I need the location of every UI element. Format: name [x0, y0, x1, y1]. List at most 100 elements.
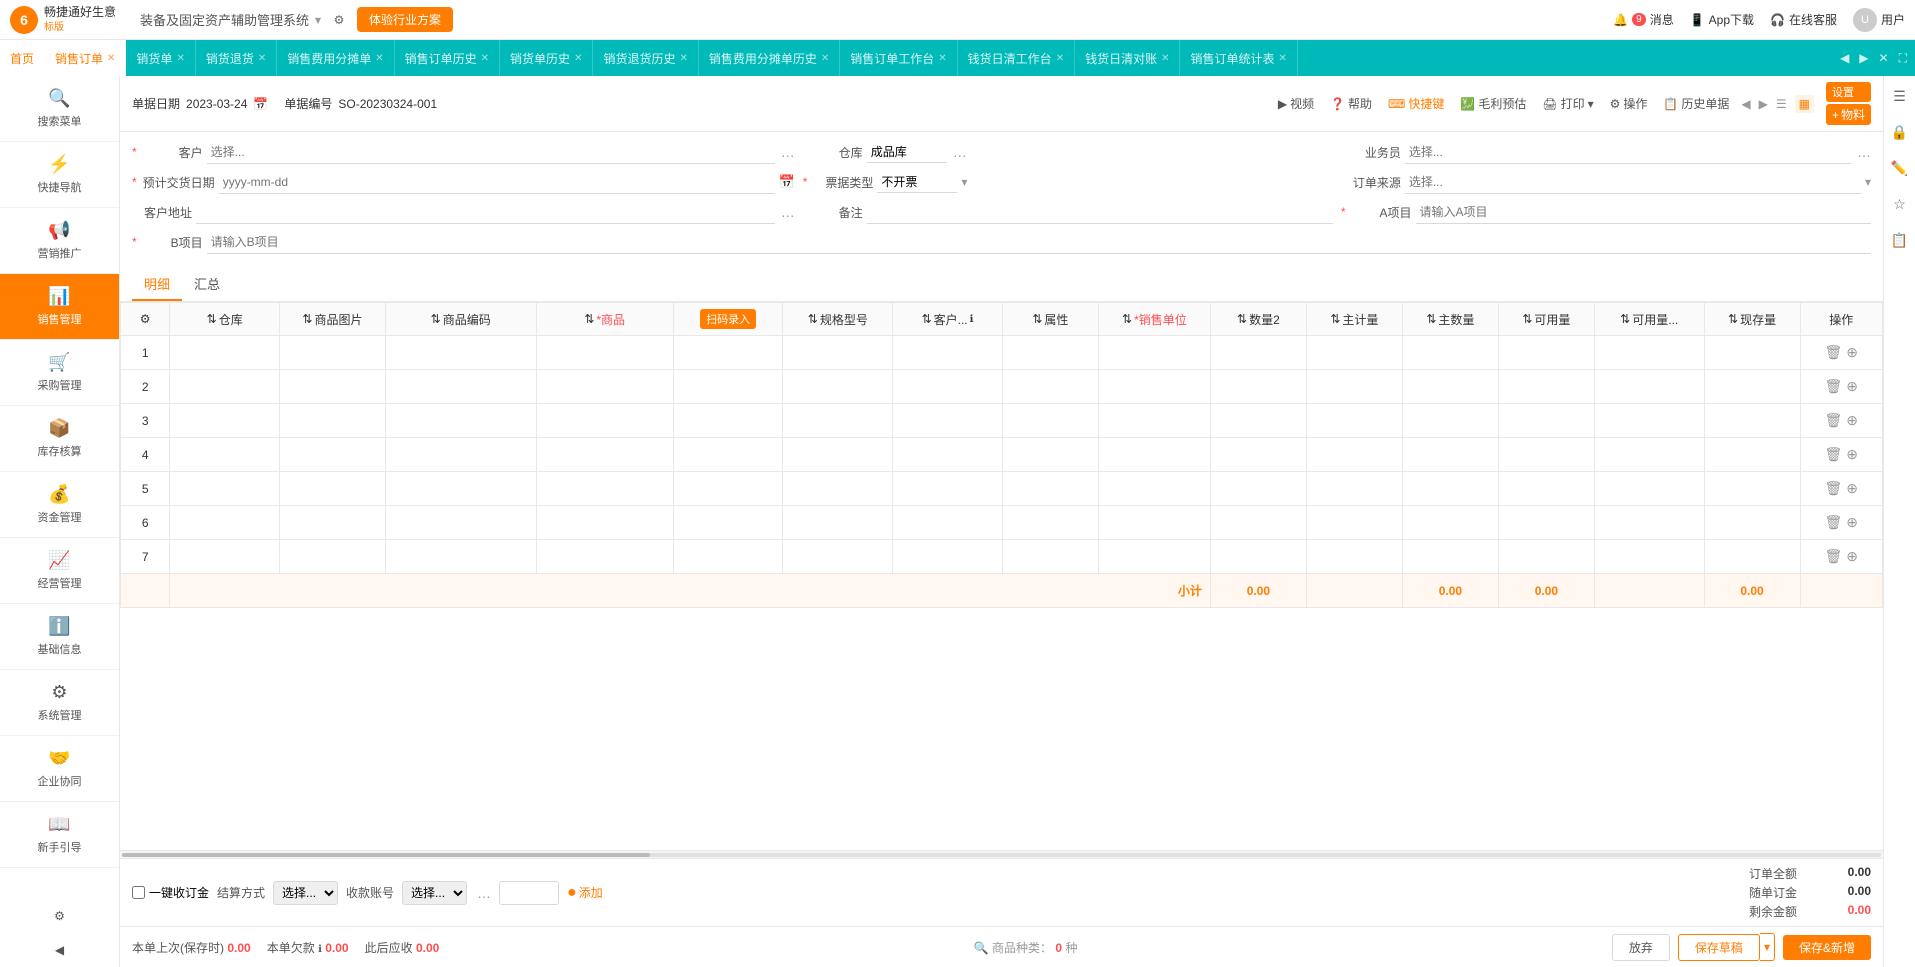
tab-close-icon[interactable]: ✕ [679, 53, 687, 64]
tab-maximize[interactable]: ⛶ [1895, 49, 1911, 68]
row-code-1[interactable] [385, 336, 536, 370]
customer-input[interactable] [207, 140, 775, 164]
row-attr-1[interactable] [1002, 336, 1098, 370]
list-view-icon[interactable]: ☰ [1776, 97, 1787, 111]
operation-btn[interactable]: ⚙ 操作 [1606, 93, 1652, 114]
tab-close-icon[interactable]: ✕ [258, 53, 266, 64]
right-panel-edit-icon[interactable]: ✏️ [1888, 156, 1912, 180]
row-cust-code-2[interactable] [893, 370, 1003, 404]
amount-input[interactable]: 0.00 [499, 881, 559, 905]
copy-icon[interactable]: ⊕ [1846, 344, 1858, 361]
expected-date-input[interactable] [219, 170, 775, 194]
help-btn[interactable]: ❓ 帮助 [1326, 93, 1376, 114]
nav-prev-icon[interactable]: ◀ [1741, 97, 1750, 111]
row-warehouse-2[interactable] [170, 370, 280, 404]
tab-sales-return[interactable]: 销货退货 ✕ [196, 40, 277, 76]
row-main-qty-1[interactable] [1402, 336, 1498, 370]
customer-address-input[interactable] [196, 200, 775, 224]
one-click-checkbox-input[interactable] [132, 886, 145, 899]
tab-close-all[interactable]: ✕ [1875, 49, 1893, 67]
right-panel-star-icon[interactable]: ☆ [1888, 192, 1912, 216]
scan-btn[interactable]: 扫码录入 [700, 309, 756, 329]
address-dots[interactable]: … [781, 204, 795, 220]
warehouse-value[interactable]: 成品库 [867, 141, 947, 163]
row-product-1[interactable] [536, 336, 673, 370]
sidebar-item-marketing[interactable]: 📢 营销推广 [0, 208, 119, 274]
sidebar-item-search[interactable]: 🔍 搜索菜单 [0, 76, 119, 142]
copy-icon[interactable]: ⊕ [1846, 378, 1858, 395]
tab-close-icon[interactable]: ✕ [821, 53, 829, 64]
right-panel-lock-icon[interactable]: 🔒 [1888, 120, 1912, 144]
shortcut-btn[interactable]: ⌨ 快捷键 [1384, 93, 1448, 114]
industry-btn[interactable]: 体验行业方案 [357, 7, 453, 32]
grid-view-icon[interactable]: ▦ [1795, 95, 1814, 113]
delete-icon[interactable]: 🗑 [1825, 514, 1843, 531]
row-spec-2[interactable] [783, 370, 893, 404]
scroll-thumb[interactable] [122, 853, 650, 857]
profit-btn[interactable]: 💹 毛利预估 [1456, 93, 1530, 114]
order-source-input[interactable] [1405, 170, 1861, 194]
tab-daily-reconcile[interactable]: 钱货日清对账 ✕ [1075, 40, 1180, 76]
invoice-type-value[interactable]: 不开票 [877, 171, 957, 193]
right-panel-clip-icon[interactable]: 📋 [1888, 228, 1912, 252]
notification-area[interactable]: 🔔 9 消息 [1613, 11, 1674, 28]
chevron-down-icon[interactable]: ▾ [315, 13, 321, 27]
scroll-track[interactable] [122, 853, 1881, 857]
delete-icon[interactable]: 🗑 [1825, 344, 1843, 361]
sidebar-item-inventory[interactable]: 📦 库存核算 [0, 406, 119, 472]
sidebar-item-quick-nav[interactable]: ⚡ 快捷导航 [0, 142, 119, 208]
tab-sales-slip-history[interactable]: 销货单历史 ✕ [500, 40, 593, 76]
sidebar-item-collab[interactable]: 🤝 企业协同 [0, 736, 119, 802]
tab-summary[interactable]: 汇总 [182, 268, 232, 301]
tab-prev-arrow[interactable]: ◀ [1836, 49, 1853, 67]
save-draft-dropdown-btn[interactable]: ▾ [1760, 933, 1775, 961]
copy-icon[interactable]: ⊕ [1846, 446, 1858, 463]
tab-workbench[interactable]: 销售订单工作台 ✕ [840, 40, 957, 76]
account-dots[interactable]: … [477, 885, 491, 901]
invoice-down-icon[interactable]: ▾ [961, 175, 967, 189]
salesperson-input[interactable] [1405, 140, 1851, 164]
row-cust-code-1[interactable] [893, 336, 1003, 370]
copy-icon[interactable]: ⊕ [1846, 480, 1858, 497]
tab-sales-stats[interactable]: 销售订单统计表 ✕ [1180, 40, 1297, 76]
tab-close-icon[interactable]: ✕ [375, 53, 383, 64]
row-qty2-2[interactable] [1210, 370, 1306, 404]
row-product-2[interactable] [536, 370, 673, 404]
settings-side-btn[interactable]: 设置 [1826, 82, 1871, 102]
save-draft-btn[interactable]: 保存草稿 [1678, 934, 1760, 961]
settings-icon[interactable]: ⚙ [327, 8, 351, 32]
delete-icon[interactable]: 🗑 [1825, 378, 1843, 395]
row-qty2-1[interactable] [1210, 336, 1306, 370]
app-download[interactable]: 📱 App下载 [1690, 11, 1754, 28]
one-click-checkbox[interactable]: 一键收订金 [132, 884, 209, 901]
note-input[interactable] [867, 200, 1333, 224]
add-btn[interactable]: ● 添加 [567, 884, 603, 902]
calendar-icon[interactable]: 📅 [253, 97, 268, 111]
delete-icon[interactable]: 🗑 [1825, 446, 1843, 463]
user-area[interactable]: U 用户 [1853, 8, 1905, 32]
tab-daily-clear[interactable]: 钱货日清工作台 ✕ [958, 40, 1075, 76]
sidebar-item-operation[interactable]: 📈 经营管理 [0, 538, 119, 604]
calendar-date-icon[interactable]: 📅 [779, 174, 795, 190]
row-attr-2[interactable] [1002, 370, 1098, 404]
order-source-down-icon[interactable]: ▾ [1865, 175, 1871, 189]
sidebar-collapse-btn[interactable]: ◀ [0, 933, 119, 967]
tab-close-icon[interactable]: ✕ [1279, 53, 1287, 64]
delete-icon[interactable]: 🗑 [1825, 480, 1843, 497]
copy-icon[interactable]: ⊕ [1846, 514, 1858, 531]
delete-icon[interactable]: 🗑 [1825, 412, 1843, 429]
row-main-qty-2[interactable] [1402, 370, 1498, 404]
view-btn[interactable]: ▶ 视频 [1274, 93, 1318, 114]
th-gear[interactable]: ⚙ [121, 303, 170, 336]
th-scan[interactable]: 扫码录入 [673, 303, 783, 336]
print-btn[interactable]: 🖨 打印 ▾ [1538, 93, 1597, 114]
b-project-input[interactable] [207, 230, 1871, 254]
salesperson-dots[interactable]: … [1857, 144, 1871, 160]
horizontal-scrollbar[interactable] [120, 850, 1883, 858]
tab-home[interactable]: 首页 [0, 40, 45, 76]
a-project-input[interactable] [1416, 200, 1871, 224]
row-sales-unit-2[interactable] [1098, 370, 1210, 404]
row-spec-1[interactable] [783, 336, 893, 370]
tab-sales-fee[interactable]: 销售费用分摊单 ✕ [277, 40, 394, 76]
tab-detail[interactable]: 明细 [132, 268, 182, 301]
